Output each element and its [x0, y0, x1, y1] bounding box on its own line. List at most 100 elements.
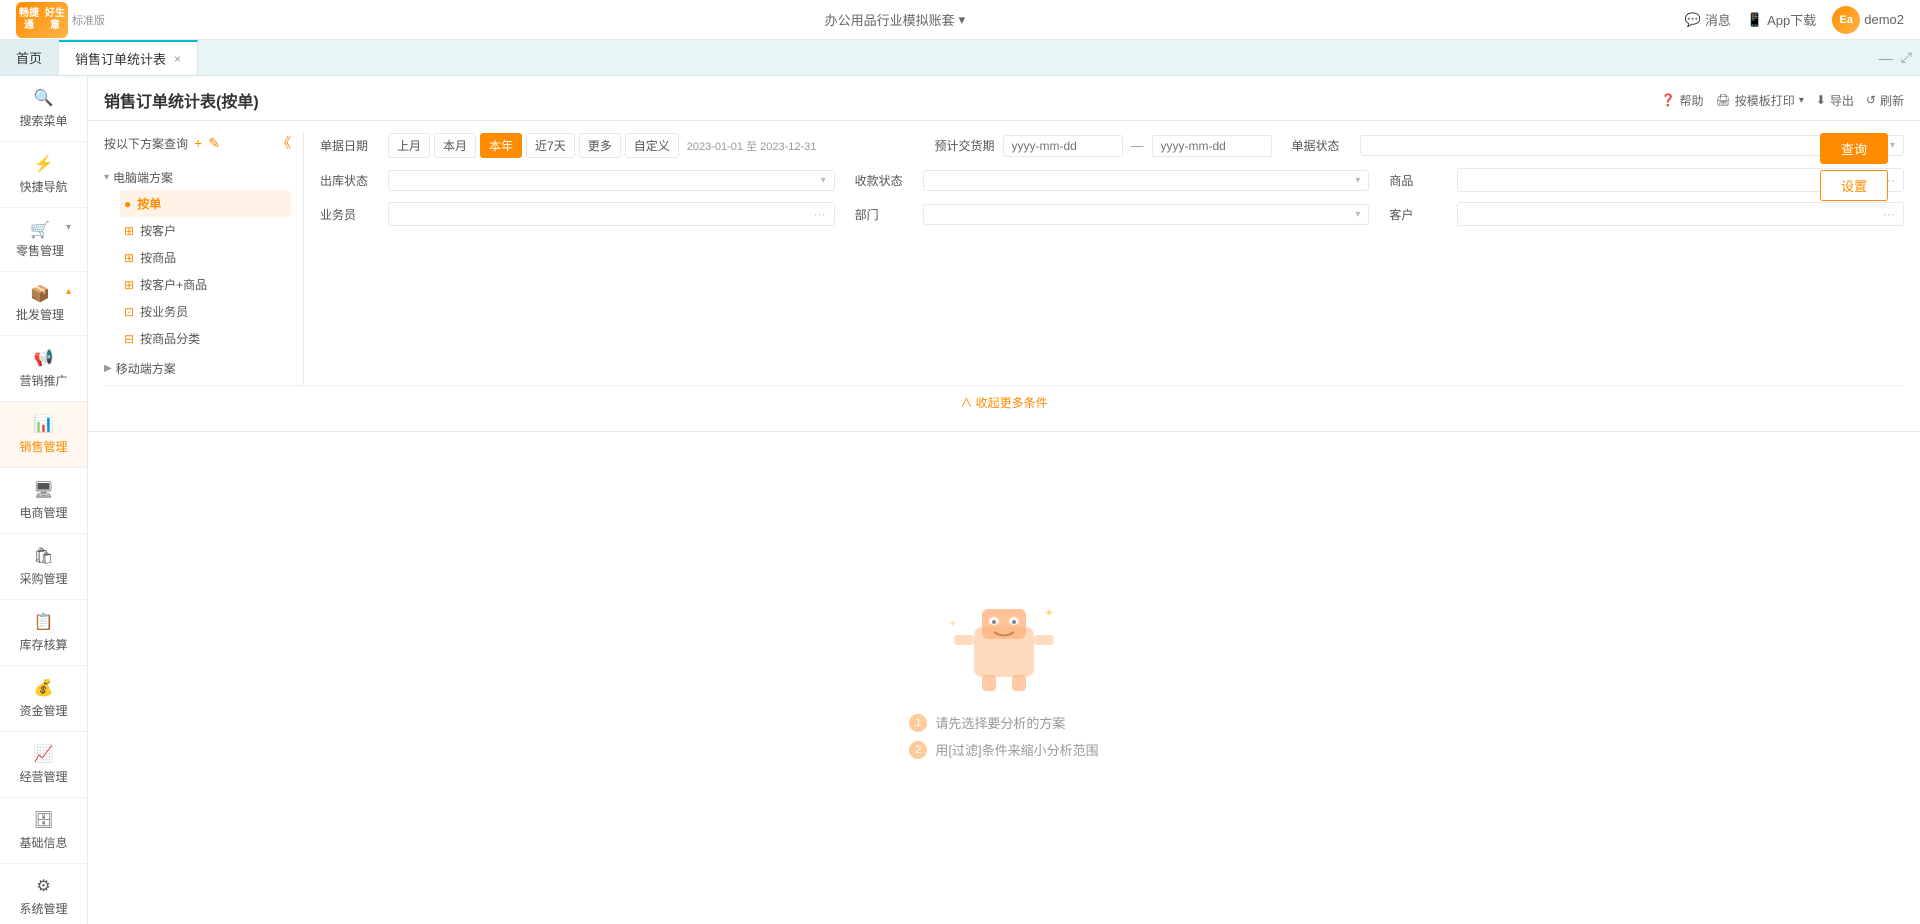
payment-status-select[interactable]: ▾	[923, 170, 1370, 191]
print-arrow-icon: ▾	[1799, 95, 1804, 106]
query-button[interactable]: 查询	[1820, 133, 1888, 164]
customer-select[interactable]: ···	[1457, 202, 1904, 226]
tip-text-1: 请先选择要分析的方案	[935, 713, 1065, 732]
scheme-panel: 按以下方案查询 + ✎ 《 ▾ 电脑端方案	[104, 133, 304, 385]
query-buttons: 查询 设置	[1820, 133, 1888, 201]
sidebar-item-search-label: 搜索菜单	[19, 112, 67, 129]
sidebar-item-inventory[interactable]: 📋 库存核算	[0, 600, 87, 666]
scheme-item-salesman[interactable]: ⊡ 按业务员	[120, 298, 291, 325]
filter-row-1: 单据日期 上月 本月 本年 近7天 更多 自定义 2023-01-01 至 20…	[320, 133, 1904, 158]
tab-minimize-icon[interactable]: —	[1879, 50, 1893, 66]
scheme-pc-expand[interactable]: ▾ 电脑端方案	[104, 165, 291, 190]
scheme-item-1-label: 按客户	[140, 222, 176, 239]
department-select[interactable]: ▾	[923, 204, 1370, 225]
last-month-btn[interactable]: 上月	[388, 133, 430, 158]
expected-date-start[interactable]	[1003, 135, 1123, 157]
scheme-item-order[interactable]: ● 按单	[120, 190, 291, 217]
custom-date-btn[interactable]: 自定义	[625, 133, 679, 158]
tabbar-actions: — ⤢	[1879, 40, 1920, 75]
salesman-label: 业务员	[320, 206, 380, 223]
empty-illustration: ✦ ✦	[944, 597, 1064, 697]
app-badge: 标准版	[72, 12, 105, 28]
ecommerce-icon: 🖥	[33, 480, 53, 500]
tab-home[interactable]: 首页	[0, 40, 59, 75]
scheme-add-button[interactable]: +	[194, 135, 202, 151]
retail-expand-icon: ▾	[66, 222, 71, 233]
scheme-customer-icon: ⊞	[124, 224, 134, 238]
export-label: 导出	[1830, 92, 1854, 109]
scheme-item-category[interactable]: ⊟ 按商品分类	[120, 325, 291, 352]
sidebar-item-finance-label: 资金管理	[19, 702, 67, 719]
scheme-category-icon: ⊟	[124, 332, 134, 346]
topbar-right: 💬 消息 📱 App下载 Ea demo2	[1685, 6, 1904, 34]
empty-svg: ✦ ✦	[944, 597, 1064, 697]
this-year-btn[interactable]: 本年	[480, 133, 522, 158]
message-button[interactable]: 💬 消息	[1685, 10, 1731, 29]
this-month-btn[interactable]: 本月	[434, 133, 476, 158]
expected-date-label: 预计交货期	[935, 137, 995, 154]
app-download-button[interactable]: 📱 App下载	[1747, 10, 1816, 29]
sidebar-item-sales[interactable]: 📊 销售管理	[0, 402, 87, 468]
scheme-header-label: 按以下方案查询	[104, 135, 188, 152]
user-profile[interactable]: Ea demo2	[1832, 6, 1904, 34]
last7days-btn[interactable]: 近7天	[526, 133, 575, 158]
filter-row-2: 出库状态 ▾ 收款状态 ▾ 商品	[320, 168, 1904, 192]
salesman-more-icon[interactable]: ···	[814, 207, 826, 221]
customer-more-icon[interactable]: ···	[1883, 207, 1895, 221]
out-status-select[interactable]: ▾	[388, 170, 835, 191]
topbar: 畅捷通 好生意 标准版 办公用品行业模拟账套 ▾ 💬 消息 📱 App下载 Ea…	[0, 0, 1920, 40]
scheme-section-pc: ▾ 电脑端方案 ● 按单 ⊞ 按客户	[104, 165, 291, 352]
print-button[interactable]: 🖨 按模板打印 ▾	[1716, 92, 1804, 109]
sidebar-item-basicinfo[interactable]: 🗄 基础信息	[0, 798, 87, 864]
sidebar-item-ecommerce[interactable]: 🖥 电商管理	[0, 468, 87, 534]
expected-date-end[interactable]	[1152, 135, 1272, 157]
sidebar-item-basicinfo-label: 基础信息	[19, 834, 67, 851]
collapse-bar[interactable]: ∧ 收起更多条件	[104, 385, 1904, 419]
sidebar-item-retail[interactable]: 🛒 零售管理 ▾	[0, 208, 87, 272]
sidebar-item-finance[interactable]: 💰 资金管理	[0, 666, 87, 732]
sidebar-item-purchase-label: 采购管理	[19, 570, 67, 587]
scheme-item-5-label: 按商品分类	[140, 330, 200, 347]
workspace-selector[interactable]: 办公用品行业模拟账套 ▾	[825, 10, 966, 29]
collapse-label: 收起更多条件	[976, 396, 1048, 410]
more-dates-btn[interactable]: 更多	[579, 133, 621, 158]
tab-sales-stats-label: 销售订单统计表	[75, 49, 166, 68]
sidebar-item-marketing[interactable]: 📢 营销推广	[0, 336, 87, 402]
scheme-edit-button[interactable]: ✎	[208, 135, 220, 152]
scheme-item-customer[interactable]: ⊞ 按客户	[120, 217, 291, 244]
out-status-arrow-icon: ▾	[821, 175, 826, 186]
export-button[interactable]: ⬇ 导出	[1816, 92, 1854, 109]
sidebar-item-inventory-label: 库存核算	[19, 636, 67, 653]
user-name: demo2	[1864, 12, 1904, 27]
scheme-goods-icon: ⊞	[124, 251, 134, 265]
setting-button[interactable]: 设置	[1820, 170, 1888, 201]
user-initials: Ea	[1840, 14, 1853, 26]
sales-icon: 📊	[34, 414, 54, 434]
page-actions: ❓ 帮助 🖨 按模板打印 ▾ ⬇ 导出 ↺ 刷新	[1661, 92, 1904, 109]
sidebar-item-wholesale[interactable]: 📦 批发管理 ▴	[0, 272, 87, 336]
tab-close-icon[interactable]: ×	[174, 52, 181, 66]
sidebar-item-operations-label: 经营管理	[19, 768, 67, 785]
help-button[interactable]: ❓ 帮助	[1661, 92, 1704, 109]
scheme-salesman-icon: ⊡	[124, 305, 134, 319]
operations-icon: 📈	[34, 744, 54, 764]
refresh-button[interactable]: ↺ 刷新	[1866, 92, 1904, 109]
sidebar-item-shortcut-label: 快捷导航	[19, 178, 67, 195]
sidebar-item-system[interactable]: ⚙ 系统管理	[0, 864, 87, 924]
sidebar-item-search[interactable]: 🔍 搜索菜单	[0, 76, 87, 142]
scheme-item-customer-goods[interactable]: ⊞ 按客户+商品	[120, 271, 291, 298]
collapse-up-icon: ∧	[960, 396, 972, 410]
scheme-mobile-expand[interactable]: ▶ 移动端方案	[104, 356, 291, 381]
customer-label: 客户	[1389, 206, 1449, 223]
scheme-collapse-button[interactable]: 《	[277, 133, 291, 153]
search-icon: 🔍	[34, 88, 54, 108]
sidebar-item-operations[interactable]: 📈 经营管理	[0, 732, 87, 798]
tab-sales-stats[interactable]: 销售订单统计表 ×	[59, 40, 198, 75]
sidebar-item-shortcut[interactable]: ⚡ 快捷导航	[0, 142, 87, 208]
sidebar-item-purchase[interactable]: 🛍 采购管理	[0, 534, 87, 600]
scheme-item-goods[interactable]: ⊞ 按商品	[120, 244, 291, 271]
tab-maximize-icon[interactable]: ⤢	[1901, 49, 1912, 66]
system-icon: ⚙	[36, 876, 50, 896]
salesman-select[interactable]: ···	[388, 202, 835, 226]
main-layout: 🔍 搜索菜单 ⚡ 快捷导航 🛒 零售管理 ▾ 📦 批发管理 ▴ 📢 营销推广	[0, 76, 1920, 924]
